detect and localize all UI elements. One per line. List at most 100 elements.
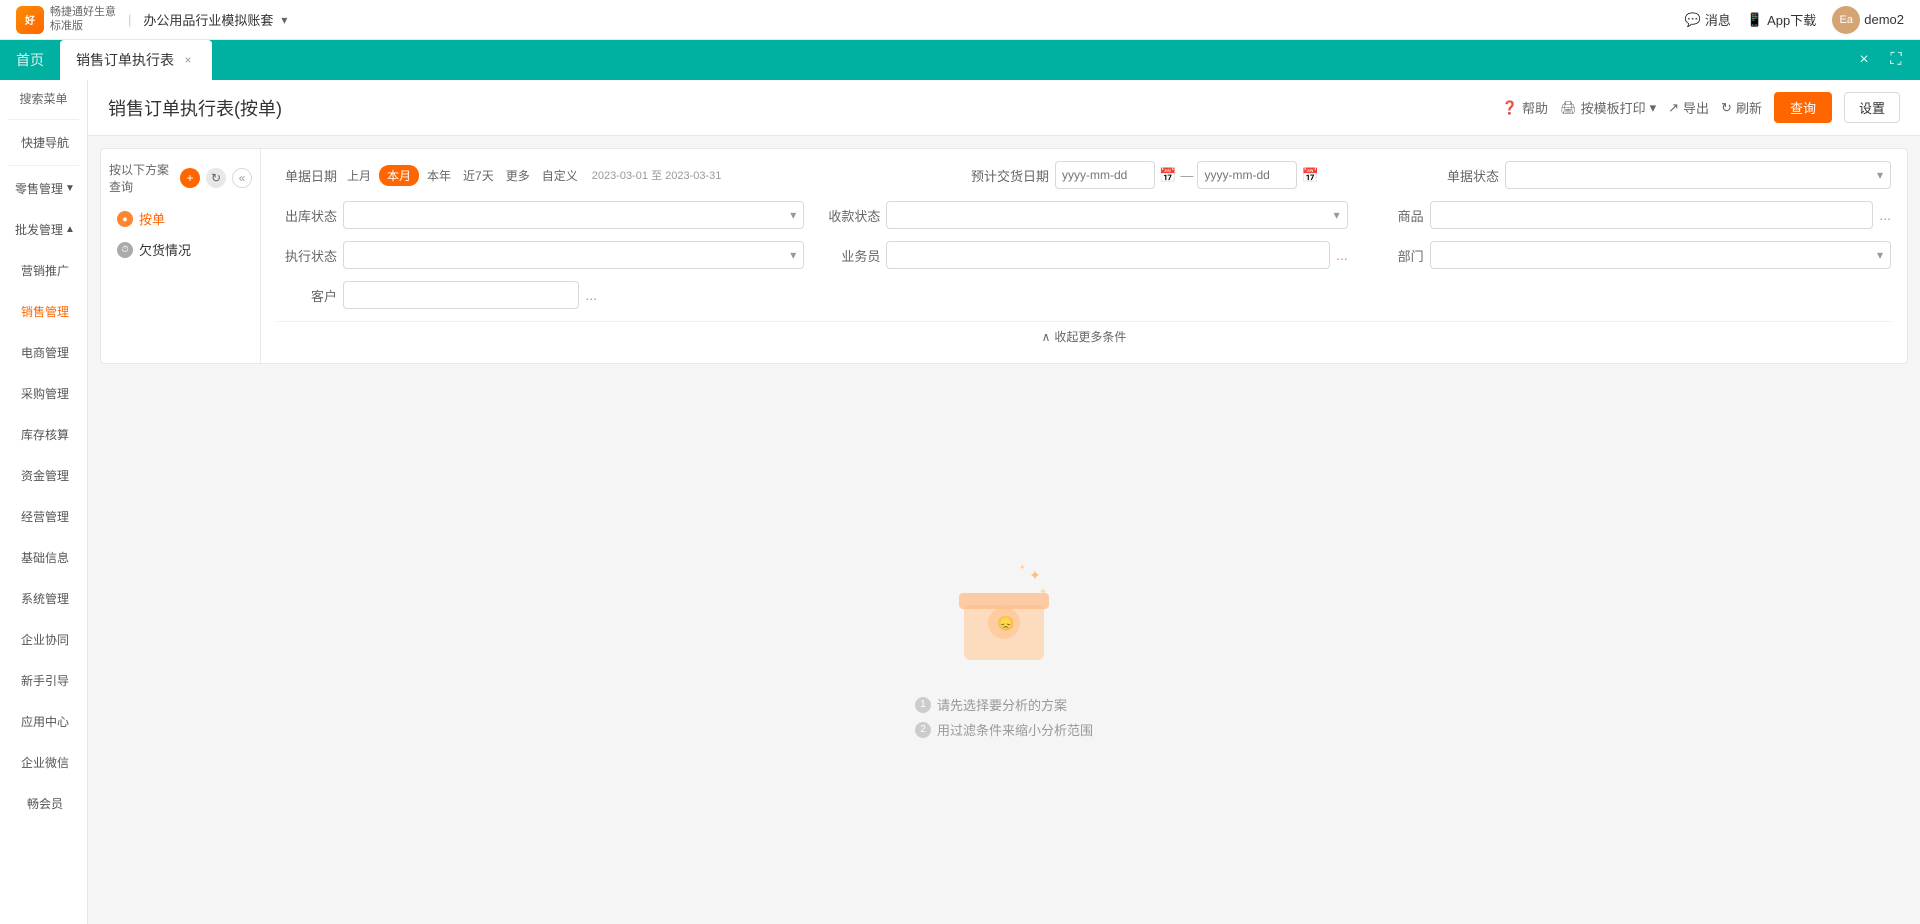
expected-date-label: 预计交货日期 (971, 166, 1049, 185)
customer-more-icon[interactable]: ... (585, 287, 597, 303)
department-select-wrap (1430, 241, 1891, 269)
sidebar-item-purchase[interactable]: 采购管理 (0, 373, 87, 414)
export-button[interactable]: ↗ 导出 (1668, 98, 1709, 117)
by-order-icon: ● (117, 211, 133, 227)
sidebar-item-finance[interactable]: 资金管理 (0, 455, 87, 496)
logo-area: 好 畅捷通好生意 标准版 (16, 6, 116, 34)
filter-row-1: 单据日期 上月 本月 本年 近7天 更多 自定义 2023-03-01 至 20… (277, 161, 1891, 189)
order-date-label: 单据日期 (277, 166, 337, 185)
shortcut-this-year[interactable]: 本年 (423, 165, 455, 186)
content-area: 销售订单执行表(按单) ❓ 帮助 🖨 按模板打印 ▾ ↗ 导出 ↻ 刷新 (88, 80, 1920, 924)
refresh-icon: ↻ (1721, 100, 1732, 116)
shortcut-last-7days[interactable]: 近7天 (459, 165, 498, 186)
tab-sales-order[interactable]: 销售订单执行表 × (60, 40, 212, 80)
print-button[interactable]: 🖨 按模板打印 ▾ (1560, 98, 1656, 117)
tab-home[interactable]: 首页 (0, 40, 60, 80)
department-select[interactable] (1430, 241, 1891, 269)
order-status-select[interactable] (1505, 161, 1891, 189)
divider-1 (8, 119, 79, 120)
sidebar-item-member[interactable]: 畅会员 (0, 783, 87, 824)
filter-option-by-order[interactable]: ● 按单 (109, 203, 252, 234)
shortcut-more[interactable]: 更多 (502, 165, 534, 186)
filter-add-button[interactable]: + (180, 168, 200, 188)
query-button[interactable]: 查询 (1774, 92, 1832, 123)
execution-status-label: 执行状态 (277, 246, 337, 265)
sidebar-item-enterprise[interactable]: 企业协同 (0, 619, 87, 660)
delivery-status-select-wrap (343, 201, 804, 229)
delivery-status-select[interactable] (343, 201, 804, 229)
filter-inner: 按以下方案查询 + ↻ « (101, 149, 1907, 363)
goods-more-icon[interactable]: ... (1879, 207, 1891, 223)
expected-date-start[interactable] (1055, 161, 1155, 189)
svg-text:✦: ✦ (1019, 563, 1026, 572)
expected-date-end[interactable] (1197, 161, 1297, 189)
payment-status-select[interactable] (886, 201, 1347, 229)
sidebar-item-wecom[interactable]: 企业微信 (0, 742, 87, 783)
svg-text:😞: 😞 (997, 615, 1014, 631)
sidebar-item-system[interactable]: 系统管理 (0, 578, 87, 619)
order-status-select-wrap (1505, 161, 1891, 189)
message-button[interactable]: 💬 消息 (1685, 10, 1731, 29)
filter-option-shortage[interactable]: ⏱ 欠货情况 (109, 234, 252, 265)
refresh-button[interactable]: ↻ 刷新 (1721, 98, 1762, 117)
filter-field-execution-status: 执行状态 (277, 241, 804, 269)
empty-num-1: 1 (915, 697, 931, 713)
customer-label: 客户 (277, 286, 337, 305)
svg-text:✦: ✦ (1029, 567, 1041, 583)
user-profile[interactable]: Ea demo2 (1832, 6, 1904, 34)
sidebar-item-app-center[interactable]: 应用中心 (0, 701, 87, 742)
sidebar-item-operations[interactable]: 经营管理 (0, 496, 87, 537)
calendar-start-icon[interactable]: 📅 (1159, 167, 1176, 184)
shortcut-custom[interactable]: 自定义 (538, 165, 582, 186)
shortcut-last-month[interactable]: 上月 (343, 165, 375, 186)
filter-field-delivery-status: 出库状态 (277, 201, 804, 229)
goods-label: 商品 (1364, 206, 1424, 225)
goods-input[interactable] (1430, 201, 1874, 229)
salesperson-input[interactable] (886, 241, 1330, 269)
minimize-button[interactable]: × (1852, 48, 1876, 72)
filter-collapse-btn[interactable]: ∧ 收起更多条件 (277, 321, 1891, 351)
expected-date-range: 📅 — 📅 (1055, 161, 1319, 189)
calendar-end-icon[interactable]: 📅 (1301, 167, 1318, 184)
sidebar-item-ecommerce[interactable]: 电商管理 (0, 332, 87, 373)
sidebar-item-marketing[interactable]: 营销推广 (0, 250, 87, 291)
customer-input[interactable] (343, 281, 579, 309)
shortcut-this-month[interactable]: 本月 (379, 165, 419, 186)
filter-field-goods: 商品 ... (1364, 201, 1891, 229)
sidebar-item-sales[interactable]: 销售管理 (0, 291, 87, 332)
print-dropdown-icon: ▾ (1650, 100, 1657, 116)
settings-button[interactable]: 设置 (1844, 92, 1900, 123)
export-icon: ↗ (1668, 100, 1679, 116)
salesperson-more-icon[interactable]: ... (1336, 247, 1348, 263)
app-title-dropdown[interactable]: ▾ (281, 13, 287, 27)
empty-text-list: 1 请先选择要分析的方案 2 用过滤条件来缩小分析范围 (915, 695, 1093, 745)
filter-collapse-button[interactable]: « (232, 168, 252, 188)
filter-field-expected-date: 预计交货日期 📅 — 📅 (971, 161, 1423, 189)
payment-status-label: 收款状态 (820, 206, 880, 225)
sidebar-search[interactable]: 搜索菜单 (0, 80, 87, 117)
sidebar-item-retail[interactable]: 零售管理 ▼ (0, 168, 87, 209)
page-header: 销售订单执行表(按单) ❓ 帮助 🖨 按模板打印 ▾ ↗ 导出 ↻ 刷新 (88, 80, 1920, 136)
filter-refresh-button[interactable]: ↻ (206, 168, 226, 188)
department-label: 部门 (1364, 246, 1424, 265)
filter-field-payment-status: 收款状态 (820, 201, 1347, 229)
filter-field-customer: 客户 ... (277, 281, 597, 309)
help-button[interactable]: ❓ 帮助 (1502, 98, 1548, 117)
tab-close-icon[interactable]: × (180, 52, 196, 68)
sidebar-item-inventory[interactable]: 库存核算 (0, 414, 87, 455)
app-download-button[interactable]: 📱 App下载 (1747, 10, 1816, 29)
sidebar-item-basic-info[interactable]: 基础信息 (0, 537, 87, 578)
sidebar-item-newbie[interactable]: 新手引导 (0, 660, 87, 701)
chevron-up-icon: ∧ (1042, 330, 1051, 344)
top-bar-right: 💬 消息 📱 App下载 Ea demo2 (1685, 6, 1904, 34)
sidebar-item-quick-nav[interactable]: 快捷导航 (0, 122, 87, 163)
empty-tip-2: 2 用过滤条件来缩小分析范围 (915, 720, 1093, 739)
top-bar: 好 畅捷通好生意 标准版 | 办公用品行业模拟账套 ▾ 💬 消息 📱 App下载… (0, 0, 1920, 40)
filter-row-3: 执行状态 业务员 ... (277, 241, 1891, 269)
execution-status-select[interactable] (343, 241, 804, 269)
filter-row-2: 出库状态 收款状态 (277, 201, 1891, 229)
svg-text:✦: ✦ (1039, 587, 1047, 598)
divider-2 (8, 165, 79, 166)
maximize-button[interactable]: ⛶ (1884, 48, 1908, 72)
sidebar-item-wholesale[interactable]: 批发管理 ▲ (0, 209, 87, 250)
